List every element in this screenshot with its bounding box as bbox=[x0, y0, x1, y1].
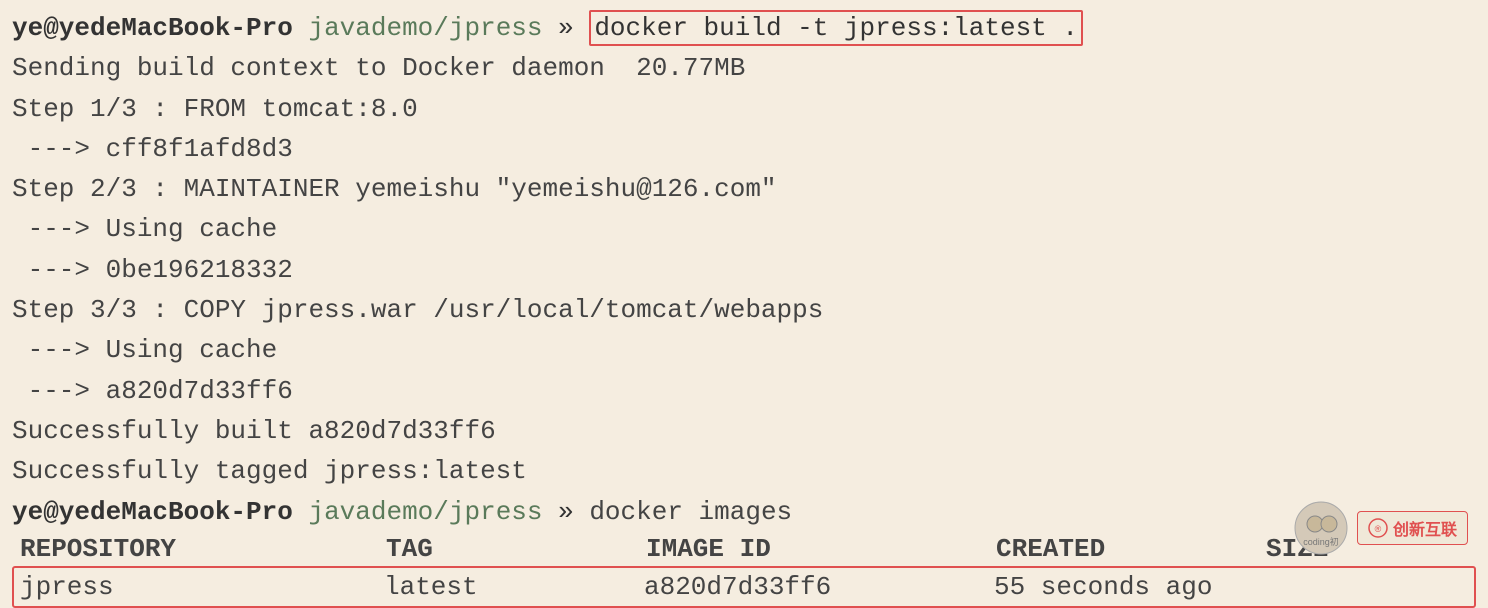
coding-logo: coding初 bbox=[1293, 500, 1349, 556]
prompt-path-2: javademo/jpress bbox=[293, 497, 543, 527]
prompt-arrow-1: » bbox=[543, 13, 590, 43]
line-12: Successfully tagged jpress:latest bbox=[12, 451, 1476, 491]
line-13: ye@yedeMacBook-Pro javademo/jpress » doc… bbox=[12, 492, 1476, 532]
svg-text:®: ® bbox=[1375, 524, 1382, 534]
line-9: ---> Using cache bbox=[12, 330, 1476, 370]
line-4: ---> cff8f1afd8d3 bbox=[12, 129, 1476, 169]
line-1: ye@yedeMacBook-Pro javademo/jpress » doc… bbox=[12, 8, 1476, 48]
line-10: ---> a820d7d33ff6 bbox=[12, 371, 1476, 411]
watermark-area: coding初 ® 创新互联 bbox=[1293, 500, 1468, 556]
terminal-container: ye@yedeMacBook-Pro javademo/jpress » doc… bbox=[0, 0, 1488, 574]
prompt-arrow-2: » bbox=[543, 497, 590, 527]
svg-text:coding初: coding初 bbox=[1303, 536, 1339, 547]
brand-icon-svg: ® bbox=[1368, 518, 1388, 538]
table-header-row: REPOSITORY TAG IMAGE ID CREATED SIZE bbox=[12, 534, 1476, 564]
prompt-user-1: ye@yedeMacBook-Pro bbox=[12, 13, 293, 43]
line-2: Sending build context to Docker daemon 2… bbox=[12, 48, 1476, 88]
command-highlight-1: docker build -t jpress:latest . bbox=[589, 10, 1083, 46]
cell-created-0: 55 seconds ago bbox=[994, 572, 1264, 602]
col-header-repo: REPOSITORY bbox=[16, 534, 386, 564]
line-11: Successfully built a820d7d33ff6 bbox=[12, 411, 1476, 451]
cell-tag-0: latest bbox=[384, 572, 644, 602]
table-data-row-0: jpress latest a820d7d33ff6 55 seconds ag… bbox=[12, 566, 1476, 608]
brand-label: 创新互联 bbox=[1393, 516, 1457, 540]
command-2: docker images bbox=[589, 497, 792, 527]
cell-imageid-0: a820d7d33ff6 bbox=[644, 572, 994, 602]
chuangxin-badge: ® 创新互联 bbox=[1357, 511, 1468, 545]
prompt-path-1: javademo/jpress bbox=[293, 13, 543, 43]
line-3: Step 1/3 : FROM tomcat:8.0 bbox=[12, 89, 1476, 129]
line-7: ---> 0be196218332 bbox=[12, 250, 1476, 290]
cell-size-0 bbox=[1264, 572, 1470, 602]
col-header-tag: TAG bbox=[386, 534, 646, 564]
table-section: REPOSITORY TAG IMAGE ID CREATED SIZE jpr… bbox=[12, 534, 1476, 608]
prompt-user-2: ye@yedeMacBook-Pro bbox=[12, 497, 293, 527]
line-8: Step 3/3 : COPY jpress.war /usr/local/to… bbox=[12, 290, 1476, 330]
coding-logo-svg: coding初 bbox=[1293, 500, 1349, 556]
col-header-created: CREATED bbox=[996, 534, 1266, 564]
line-5: Step 2/3 : MAINTAINER yemeishu "yemeishu… bbox=[12, 169, 1476, 209]
cell-repo-0: jpress bbox=[18, 572, 384, 602]
col-header-imageid: IMAGE ID bbox=[646, 534, 996, 564]
line-6: ---> Using cache bbox=[12, 209, 1476, 249]
